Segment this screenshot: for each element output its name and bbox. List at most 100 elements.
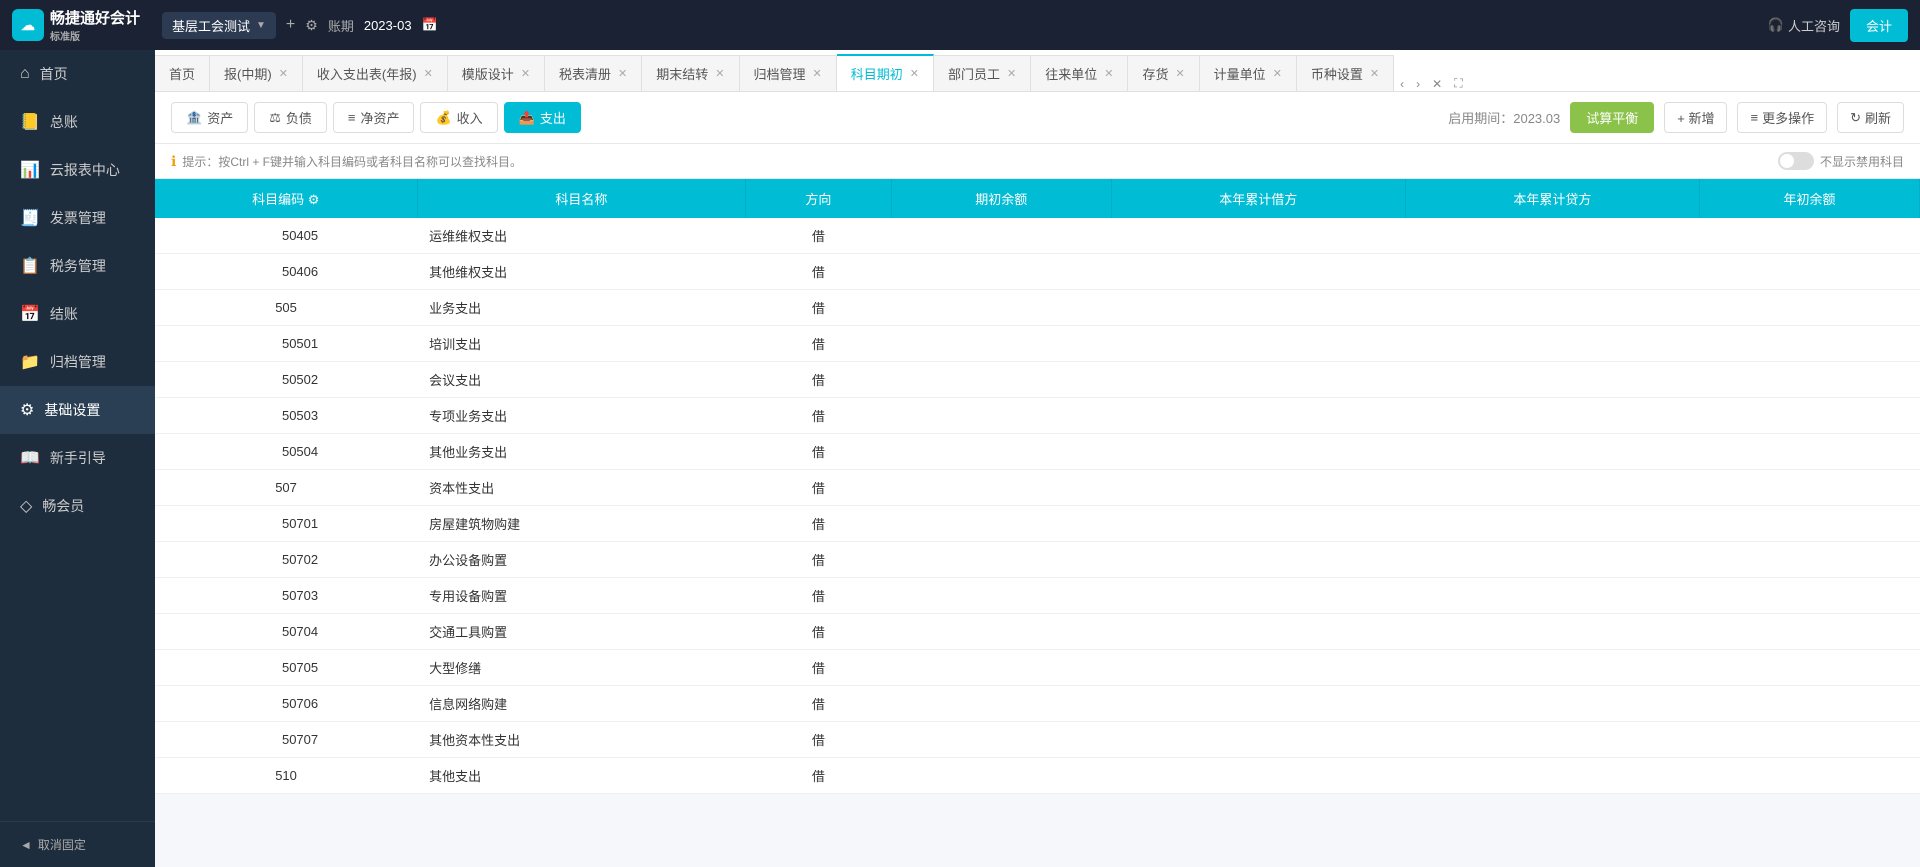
table-row[interactable]: 50703专用设备购置借 [155,578,1920,614]
account-本年累计借方 [1111,650,1405,686]
account-name: 大型修缮 [417,650,745,686]
account-code: 50701 [155,506,417,542]
tab-close-icon[interactable]: ✕ [1370,67,1379,80]
expand-tabs-btn[interactable]: ⛶ [1448,76,1468,91]
settings-col-icon[interactable]: ⚙ [308,192,320,207]
account-本年累计贷方 [1405,290,1699,326]
settings-icon[interactable]: ⚙ [305,17,318,34]
account-code: 507 [155,470,417,506]
tab-模版设计[interactable]: 模版设计✕ [448,55,545,91]
sidebar-item-close[interactable]: 📅 结账 [0,290,155,338]
table-row[interactable]: 50502会议支出借 [155,362,1920,398]
filter-tab-net_asset[interactable]: ≡ 净资产 [333,102,415,133]
tab-label: 部门员工 [948,64,1000,83]
help-button[interactable]: 🎧 人工咨询 [1768,16,1840,35]
account-本年累计借方 [1111,722,1405,758]
tab-归档管理[interactable]: 归档管理 ✕ [740,55,837,91]
account-code: 50705 [155,650,417,686]
tab-收入支出表(年报)[interactable]: 收入支出表(年报)✕ [303,55,448,91]
filter-label-net_asset: 净资产 [360,108,399,127]
table-row[interactable]: 50501培训支出借 [155,326,1920,362]
table-row[interactable]: 510其他支出借 [155,758,1920,794]
tab-科目期初[interactable]: 科目期初✕ [837,54,934,91]
sidebar-item-guide[interactable]: 📖 新手引导 [0,434,155,482]
calendar-icon[interactable]: 📅 [422,17,438,33]
tab-首页[interactable]: 首页 [155,55,210,91]
account-direction: 借 [746,434,892,470]
close-all-tabs[interactable]: ✕ [1426,77,1448,91]
tab-计量单位[interactable]: 计量单位✕ [1200,55,1297,91]
account-年初余额 [1700,470,1920,506]
tab-期末结转[interactable]: 期末结转✕ [642,55,739,91]
sidebar-item-home[interactable]: ⌂ 首页 [0,50,155,98]
table-row[interactable]: 50705大型修缮借 [155,650,1920,686]
tab-存货[interactable]: 存货✕ [1128,55,1199,91]
table-row[interactable]: 507资本性支出借 [155,470,1920,506]
account-name: 其他支出 [417,758,745,794]
account-name: 资本性支出 [417,470,745,506]
period-value[interactable]: 2023-03 [364,18,412,33]
account-年初余额 [1700,758,1920,794]
filter-tab-liability[interactable]: ⚖ 负债 [254,102,327,133]
tab-close-icon[interactable]: ✕ [715,67,724,80]
account-本年累计借方 [1111,218,1405,254]
sidebar-collapse-btn[interactable]: ◄ 取消固定 [0,821,155,867]
tab-报(中期)[interactable]: 报(中期)✕ [210,55,303,91]
refresh-button[interactable]: ↻ 刷新 [1837,102,1904,133]
table-row[interactable]: 50405运维维权支出借 [155,218,1920,254]
tab-close-icon[interactable]: ✕ [813,67,822,80]
tab-税表清册[interactable]: 税表清册✕ [545,55,642,91]
account-年初余额 [1700,614,1920,650]
tab-close-icon[interactable]: ✕ [910,67,919,80]
tab-close-icon[interactable]: ✕ [1273,67,1282,80]
tab-label: 归档管理 [754,64,806,83]
filter-tab-asset[interactable]: 🏦 资产 [171,102,248,133]
table-row[interactable]: 505业务支出借 [155,290,1920,326]
sidebar-item-archive[interactable]: 📁 归档管理 [0,338,155,386]
account-本年累计贷方 [1405,434,1699,470]
account-本年累计借方 [1111,542,1405,578]
sidebar-item-ledger[interactable]: 📒 总账 [0,98,155,146]
table-row[interactable]: 50702办公设备购置借 [155,542,1920,578]
more-button[interactable]: ≡ 更多操作 [1737,102,1827,133]
table-row[interactable]: 50706信息网络购建借 [155,686,1920,722]
sidebar-item-reports[interactable]: 📊 云报表中心 [0,146,155,194]
tab-close-icon[interactable]: ✕ [618,67,627,80]
table-row[interactable]: 50707其他资本性支出借 [155,722,1920,758]
tab-close-icon[interactable]: ✕ [521,67,530,80]
account-code: 50406 [155,254,417,290]
add-button[interactable]: + 新增 [1664,102,1727,133]
tab-close-icon[interactable]: ✕ [1104,67,1113,80]
tab-close-icon[interactable]: ✕ [1175,67,1184,80]
sidebar-item-settings[interactable]: ⚙ 基础设置 [0,386,155,434]
tab-close-icon[interactable]: ✕ [279,67,288,80]
company-selector[interactable]: 基层工会测试 ▼ [162,12,276,39]
tab-scroll-left[interactable]: ‹ [1394,77,1410,91]
table-row[interactable]: 50503专项业务支出借 [155,398,1920,434]
table-row[interactable]: 50406其他维权支出借 [155,254,1920,290]
filter-tab-expense[interactable]: 📤 支出 [504,102,581,133]
table-row[interactable]: 50701房屋建筑物购建借 [155,506,1920,542]
add-company-btn[interactable]: + [286,16,295,34]
account-code: 50704 [155,614,417,650]
disable-toggle[interactable] [1778,152,1814,170]
sidebar-item-member[interactable]: ◇ 畅会员 [0,482,155,530]
table-row[interactable]: 50504其他业务支出借 [155,434,1920,470]
account-button[interactable]: 会计 [1850,9,1908,42]
account-direction: 借 [746,218,892,254]
account-期初余额 [891,434,1111,470]
table-row[interactable]: 50704交通工具购置借 [155,614,1920,650]
balance-button[interactable]: 试算平衡 [1570,102,1654,133]
tab-close-icon[interactable]: ✕ [424,67,433,80]
account-name: 其他维权支出 [417,254,745,290]
account-name: 专用设备购置 [417,578,745,614]
sidebar-item-tax[interactable]: 📋 税务管理 [0,242,155,290]
tab-部门员工[interactable]: 部门员工 ✕ [934,55,1031,91]
sidebar-item-invoice[interactable]: 🧾 发票管理 [0,194,155,242]
filter-tab-income[interactable]: 💰 收入 [420,102,497,133]
sidebar-label-invoice: 发票管理 [50,208,106,228]
tab-close-icon[interactable]: ✕ [1007,67,1016,80]
tab-往来单位[interactable]: 往来单位✕ [1031,55,1128,91]
tab-scroll-right[interactable]: › [1410,77,1426,91]
tab-币种设置[interactable]: 币种设置✕ [1297,55,1394,91]
